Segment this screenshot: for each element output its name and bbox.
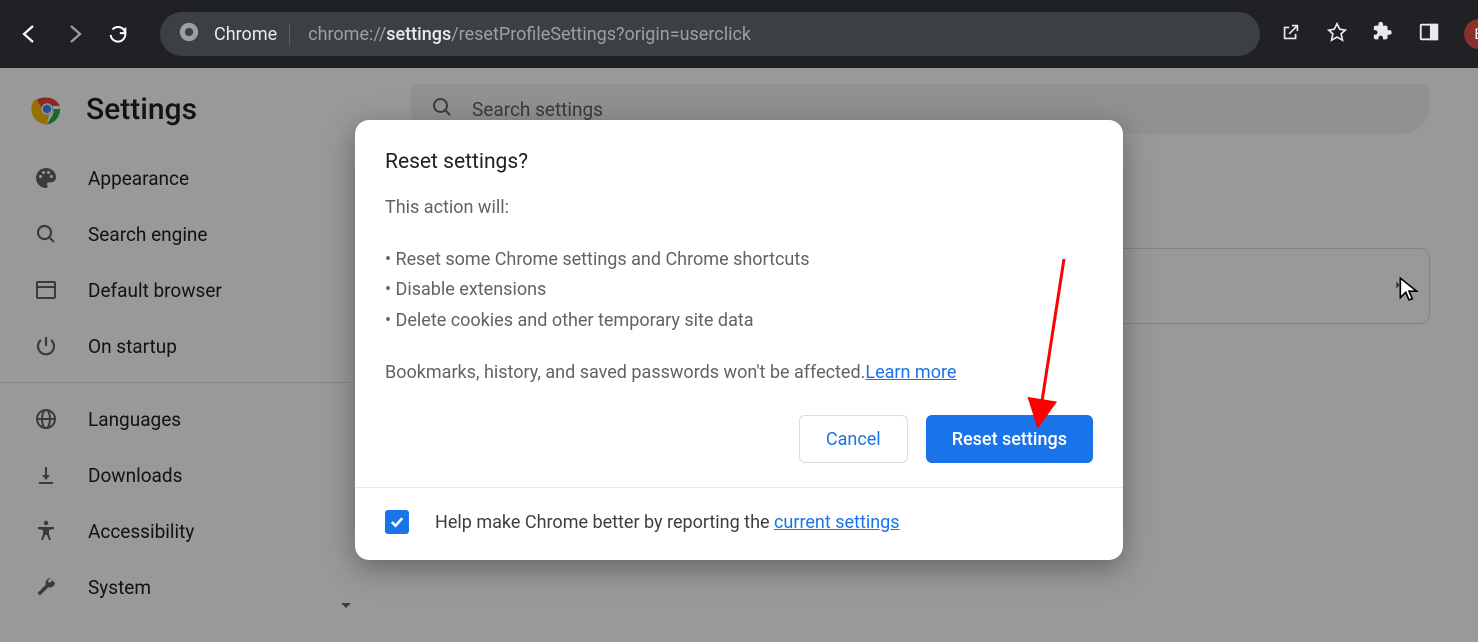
cancel-button[interactable]: Cancel [799,415,908,463]
profile-avatar[interactable]: B [1464,19,1478,49]
page-content: Settings Search settings Appearance Sear… [0,68,1478,642]
dialog-buttons: Cancel Reset settings [385,415,1093,463]
report-checkbox[interactable] [385,510,409,534]
dialog-intro: This action will: [385,194,1093,223]
bullet-item: • Reset some Chrome settings and Chrome … [385,245,1093,276]
reload-button[interactable] [106,22,130,46]
dialog-footer: Help make Chrome better by reporting the… [355,487,1123,560]
bullet-item: • Delete cookies and other temporary sit… [385,306,1093,337]
reset-settings-button[interactable]: Reset settings [926,415,1093,463]
extensions-icon[interactable] [1372,21,1394,47]
bullet-item: • Disable extensions [385,275,1093,306]
url-text: chrome://settings/resetProfileSettings?o… [308,24,751,45]
sidepanel-icon[interactable] [1418,21,1440,47]
toolbar-right: B [1280,19,1478,49]
dialog-note: Bookmarks, history, and saved passwords … [385,359,1093,388]
address-bar[interactable]: Chrome chrome://settings/resetProfileSet… [160,12,1260,56]
bookmark-icon[interactable] [1326,21,1348,47]
current-settings-link[interactable]: current settings [774,512,900,533]
footer-text: Help make Chrome better by reporting the… [435,512,900,533]
forward-button[interactable] [62,22,86,46]
reset-settings-dialog: Reset settings? This action will: • Rese… [355,120,1123,560]
dialog-title: Reset settings? [385,150,1093,174]
url-product-label: Chrome [214,24,290,45]
nav-buttons [18,22,130,46]
learn-more-link[interactable]: Learn more [865,362,956,383]
share-icon[interactable] [1280,21,1302,47]
back-button[interactable] [18,22,42,46]
browser-toolbar: Chrome chrome://settings/resetProfileSet… [0,0,1478,68]
site-info-icon[interactable] [178,21,200,48]
dialog-bullets: • Reset some Chrome settings and Chrome … [385,245,1093,337]
